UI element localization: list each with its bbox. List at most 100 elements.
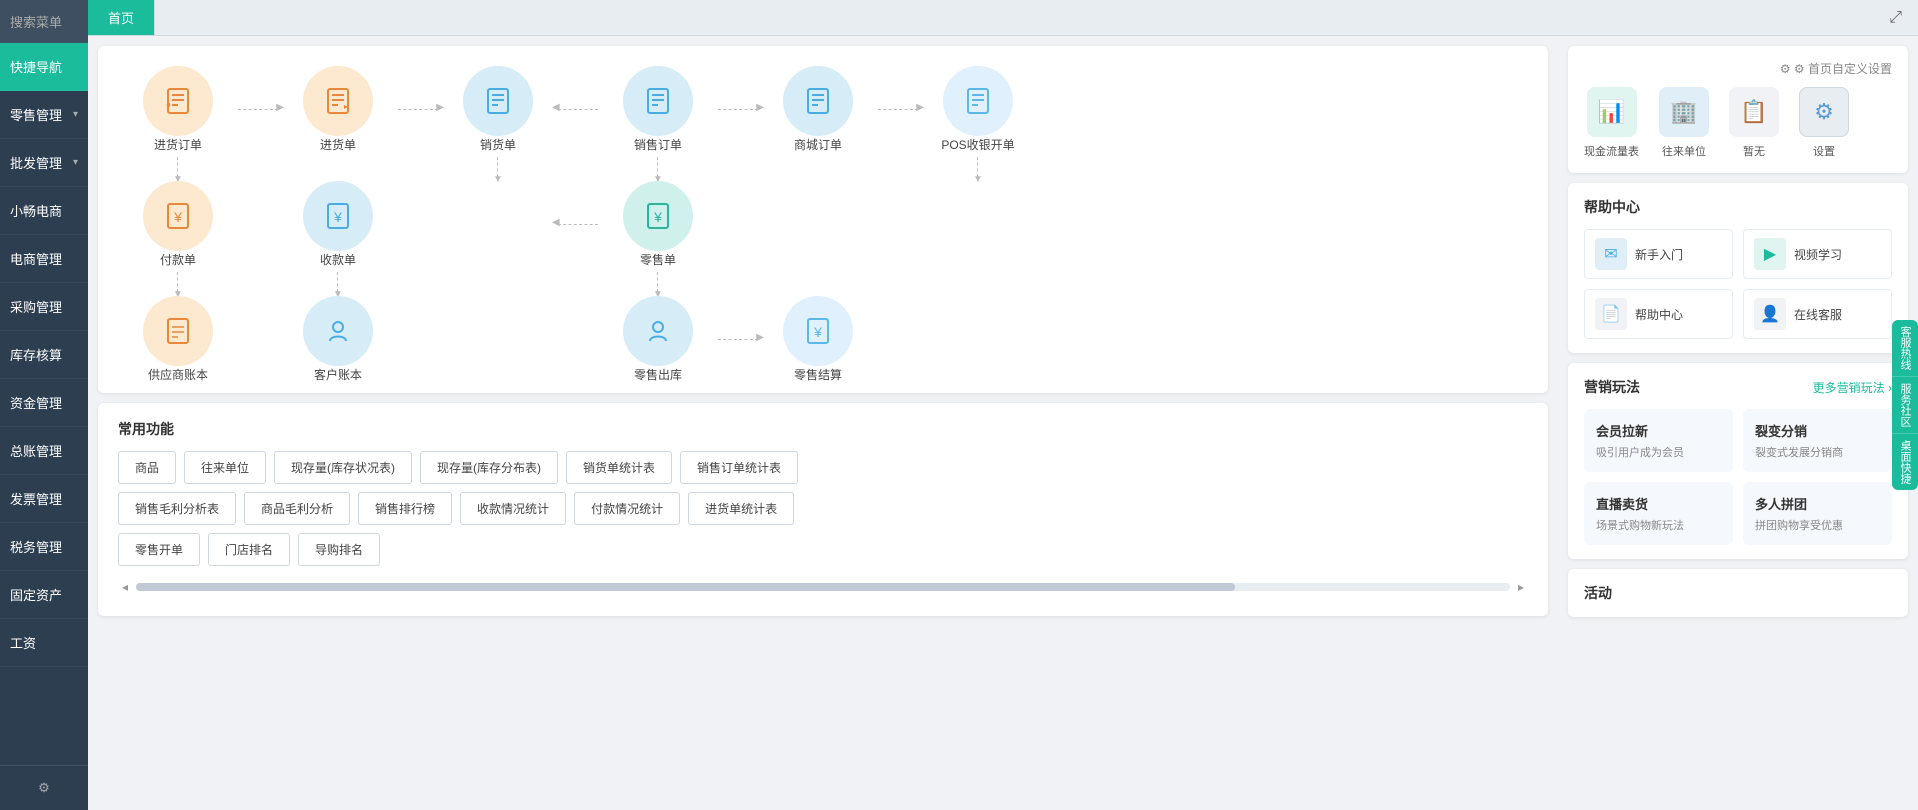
flow-node-retail[interactable]: ¥ 零售单 bbox=[598, 181, 718, 268]
help-item-service[interactable]: 👤 在线客服 bbox=[1743, 289, 1892, 339]
func-btn-stock1[interactable]: 现存量(库存状况表) bbox=[274, 451, 412, 484]
flow-node-supplier-ledger[interactable]: 供应商账本 bbox=[118, 296, 238, 383]
sidebar-item-retail[interactable]: 零售管理 ▾ bbox=[0, 91, 88, 139]
func-btn-payment-stat[interactable]: 付款情况统计 bbox=[574, 492, 680, 525]
flow-node-pos[interactable]: POS收银开单 bbox=[918, 66, 1038, 153]
sidebar-item-tax[interactable]: 税务管理 bbox=[0, 523, 88, 571]
supplier-ledger-label: 供应商账本 bbox=[148, 366, 208, 383]
sidebar-item-purchase[interactable]: 采购管理 bbox=[0, 283, 88, 331]
help-item-beginner[interactable]: ✉ 新手入门 bbox=[1584, 229, 1733, 279]
v-connectors-2 bbox=[118, 272, 1528, 292]
func-btn-sales-rank[interactable]: 销售排行榜 bbox=[358, 492, 452, 525]
svg-text:¥: ¥ bbox=[653, 209, 662, 225]
sales-icon bbox=[463, 66, 533, 136]
purchase-label: 进货单 bbox=[320, 136, 356, 153]
func-btn-purchase-stat[interactable]: 进货单统计表 bbox=[688, 492, 794, 525]
beginner-icon: ✉ bbox=[1595, 238, 1627, 270]
func-btn-receipt-stat[interactable]: 收款情况统计 bbox=[460, 492, 566, 525]
help-items: ✉ 新手入门 ▶ 视频学习 📄 帮助中心 👤 在线客服 bbox=[1584, 229, 1892, 339]
flow-node-sales-order[interactable]: 销售订单 bbox=[598, 66, 718, 153]
sidebar-item-wholesale[interactable]: 批发管理 ▾ bbox=[0, 139, 88, 187]
float-btn-community[interactable]: 服务社区 bbox=[1892, 377, 1918, 434]
sidebar-item-ecommerce[interactable]: 电商管理 bbox=[0, 235, 88, 283]
func-btn-sales-stat[interactable]: 销货单统计表 bbox=[566, 451, 672, 484]
func-row-3: 零售开单 门店排名 导购排名 bbox=[118, 533, 1528, 566]
purchase-order-icon bbox=[143, 66, 213, 136]
sidebar-item-quick-nav[interactable]: 快捷导航 bbox=[0, 43, 88, 91]
quick-none[interactable]: 📋 暂无 bbox=[1729, 87, 1779, 159]
marketing-item-fission[interactable]: 裂变分销 裂变式发展分销商 bbox=[1743, 409, 1892, 472]
flow-node-retail-out[interactable]: 零售出库 bbox=[598, 296, 718, 383]
sidebar-item-ledger[interactable]: 总账管理 bbox=[0, 427, 88, 475]
search-menu[interactable]: 搜索菜单 bbox=[0, 0, 88, 43]
flow-node-customer-ledger[interactable]: 客户账本 bbox=[278, 296, 398, 383]
marketing-item-live[interactable]: 直播卖货 场景式购物新玩法 bbox=[1584, 482, 1733, 545]
receipt-icon: ¥ bbox=[303, 181, 373, 251]
arrow-3-4 bbox=[558, 109, 598, 111]
func-btn-retail-order[interactable]: 零售开单 bbox=[118, 533, 200, 566]
arrow-4-5 bbox=[718, 109, 758, 111]
flow-node-receipt[interactable]: ¥ 收款单 bbox=[278, 181, 398, 268]
func-btn-sales-profit[interactable]: 销售毛利分析表 bbox=[118, 492, 236, 525]
arrow-to-retail bbox=[558, 224, 598, 226]
quick-settings[interactable]: ⚙ 设置 bbox=[1799, 87, 1849, 159]
sidebar-item-fixed-assets[interactable]: 固定资产 bbox=[0, 571, 88, 619]
sidebar-item-invoice[interactable]: 发票管理 bbox=[0, 475, 88, 523]
func-btn-goods-profit[interactable]: 商品毛利分析 bbox=[244, 492, 350, 525]
flow-row-3: 供应商账本 客户账本 bbox=[118, 296, 1528, 383]
contacts-icon: 🏢 bbox=[1659, 87, 1709, 137]
help-item-help[interactable]: 📄 帮助中心 bbox=[1584, 289, 1733, 339]
customer-ledger-label: 客户账本 bbox=[314, 366, 362, 383]
quick-contacts[interactable]: 🏢 往来单位 bbox=[1659, 87, 1709, 159]
marketing-item-member[interactable]: 会员拉新 吸引用户成为会员 bbox=[1584, 409, 1733, 472]
marketing-item-group[interactable]: 多人拼团 拼团购物享受优惠 bbox=[1743, 482, 1892, 545]
func-row-1: 商品 往来单位 现存量(库存状况表) 现存量(库存分布表) 销货单统计表 销售订… bbox=[118, 451, 1528, 484]
func-btn-stock2[interactable]: 现存量(库存分布表) bbox=[420, 451, 558, 484]
home-settings[interactable]: ⚙ ⚙ 首页自定义设置 bbox=[1584, 60, 1892, 77]
func-btn-store-rank[interactable]: 门店排名 bbox=[208, 533, 290, 566]
func-btn-sales-order-stat[interactable]: 销售订单统计表 bbox=[680, 451, 798, 484]
supplier-ledger-icon bbox=[143, 296, 213, 366]
sidebar-settings[interactable]: ⚙ bbox=[0, 765, 88, 810]
quick-cashflow[interactable]: 📊 现金流量表 bbox=[1584, 87, 1639, 159]
func-btn-contacts[interactable]: 往来单位 bbox=[184, 451, 266, 484]
arrow-retail-settle bbox=[718, 339, 758, 341]
flow-node-purchase-order[interactable]: 进货订单 bbox=[118, 66, 238, 153]
retail-out-icon bbox=[623, 296, 693, 366]
flow-node-sales[interactable]: 销货单 bbox=[438, 66, 558, 153]
flow-row-2: ¥ 付款单 ¥ 收款单 bbox=[118, 181, 1528, 268]
sidebar-item-inventory[interactable]: 库存核算 bbox=[0, 331, 88, 379]
flow-node-retail-settle[interactable]: ¥ 零售结算 bbox=[758, 296, 878, 383]
scroll-track[interactable] bbox=[136, 583, 1510, 591]
fission-title: 裂变分销 bbox=[1755, 421, 1880, 440]
none-icon: 📋 bbox=[1729, 87, 1779, 137]
service-label: 在线客服 bbox=[1794, 306, 1842, 323]
arrow-1-2 bbox=[238, 109, 278, 111]
tab-bar: 首页 ⤢ bbox=[88, 0, 1918, 36]
func-btn-goods[interactable]: 商品 bbox=[118, 451, 176, 484]
help-item-video[interactable]: ▶ 视频学习 bbox=[1743, 229, 1892, 279]
float-btn-desktop[interactable]: 桌面快捷 bbox=[1892, 434, 1918, 490]
tab-home[interactable]: 首页 bbox=[88, 0, 155, 35]
member-title: 会员拉新 bbox=[1596, 421, 1721, 440]
settings-label: 设置 bbox=[1813, 143, 1835, 159]
flow-node-purchase[interactable]: 进货单 bbox=[278, 66, 398, 153]
help-card: 帮助中心 ✉ 新手入门 ▶ 视频学习 📄 帮助中心 👤 bbox=[1568, 183, 1908, 353]
none-label: 暂无 bbox=[1743, 143, 1765, 159]
sidebar-item-finance[interactable]: 资金管理 bbox=[0, 379, 88, 427]
sidebar-item-ecommerce-small[interactable]: 小畅电商 bbox=[0, 187, 88, 235]
svg-text:¥: ¥ bbox=[333, 209, 342, 225]
marketing-more[interactable]: 更多营销玩法 › bbox=[1813, 379, 1892, 396]
flow-row-1: 进货订单 进货单 bbox=[118, 66, 1528, 153]
scroll-left-arrow[interactable]: ◂ bbox=[118, 580, 132, 594]
fullscreen-button[interactable]: ⤢ bbox=[1889, 9, 1902, 27]
live-title: 直播卖货 bbox=[1596, 494, 1721, 513]
flow-node-payment[interactable]: ¥ 付款单 bbox=[118, 181, 238, 268]
scroll-right-arrow[interactable]: ▸ bbox=[1514, 580, 1528, 594]
func-btn-guide-rank[interactable]: 导购排名 bbox=[298, 533, 380, 566]
retail-out-label: 零售出库 bbox=[634, 366, 682, 383]
sidebar-item-payroll[interactable]: 工资 bbox=[0, 619, 88, 667]
flow-node-mall-order[interactable]: 商城订单 bbox=[758, 66, 878, 153]
topbar-right: ⤢ bbox=[1889, 9, 1918, 27]
float-btn-service[interactable]: 客服热线 bbox=[1892, 320, 1918, 377]
